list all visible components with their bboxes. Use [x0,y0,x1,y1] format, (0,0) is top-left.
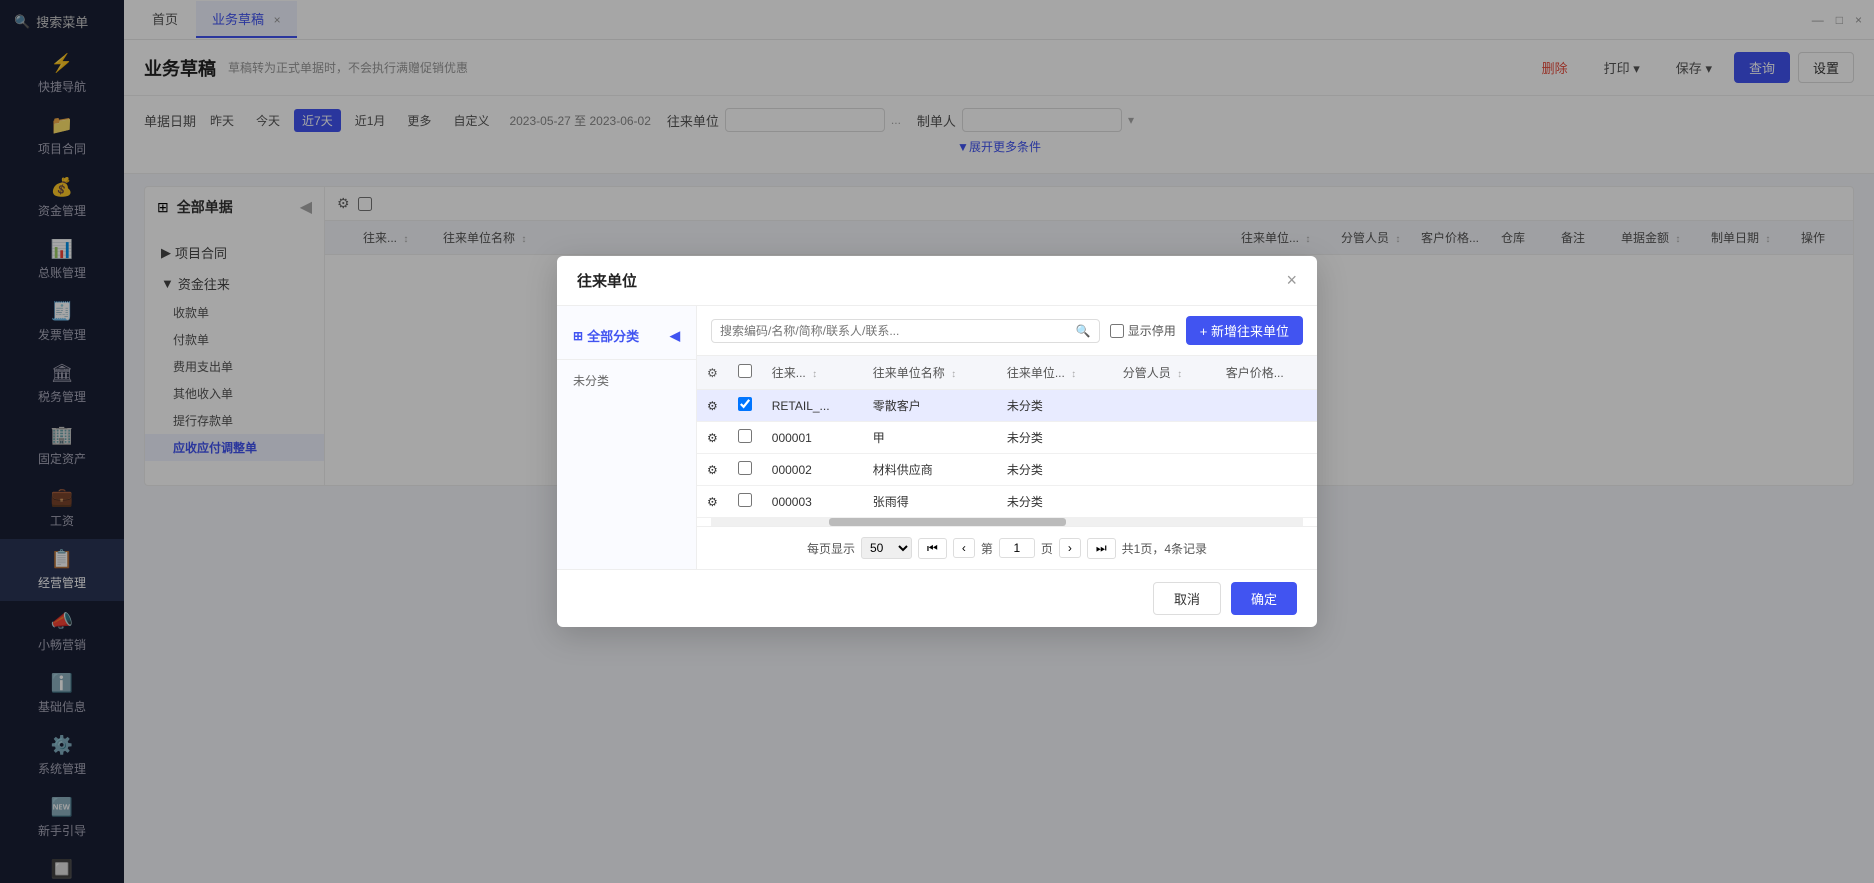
table-header-row: ⚙ 往来... ↕ 往来单位名称 ↕ 往来单位... ↕ 分管人员 ↕ 客户价格… [697,356,1317,390]
next-page-button[interactable]: › [1059,538,1081,558]
th-code[interactable]: 往来... ↕ [762,356,863,390]
modal-sidebar-all[interactable]: ⊞ 全部分类 ◀ [557,318,696,353]
show-disabled-checkbox[interactable] [1110,324,1124,338]
th-checkbox [728,356,762,390]
modal-search-box: 🔍 [711,319,1100,343]
row-category: 未分类 [997,486,1113,518]
prev-page-button[interactable]: ‹ [953,538,975,558]
modal-pagination: 每页显示 50 100 ⏮ ‹ 第 页 › ⏭ 共1页，4条记录 [697,526,1317,569]
page-suffix: 页 [1041,540,1053,557]
total-label: 共1页，4条记录 [1122,540,1207,557]
row-code: 000003 [762,486,863,518]
modal-table-body: ⚙ RETAIL_... 零散客户 未分类 ⚙ 000001 甲 未分类 ⚙ 0… [697,390,1317,518]
row-name: 材料供应商 [863,454,997,486]
sidebar-divider [557,359,696,360]
row-select-checkbox[interactable] [738,493,752,507]
last-page-button[interactable]: ⏭ [1087,538,1116,559]
row-price [1216,454,1317,486]
modal-scroll-thumb[interactable] [829,518,1066,526]
row-code: RETAIL_... [762,390,863,422]
partner-modal: 往来单位 × ⊞ 全部分类 ◀ 未分类 🔍 [557,256,1317,627]
table-row[interactable]: ⚙ 000002 材料供应商 未分类 [697,454,1317,486]
show-disabled-label: 显示停用 [1128,322,1176,339]
row-manager [1113,422,1216,454]
show-disabled-toggle[interactable]: 显示停用 [1110,322,1176,339]
first-page-button[interactable]: ⏮ [918,538,947,559]
row-manager [1113,486,1216,518]
modal-close-button[interactable]: × [1286,270,1297,291]
row-name: 零散客户 [863,390,997,422]
modal-table: ⚙ 往来... ↕ 往来单位名称 ↕ 往来单位... ↕ 分管人员 ↕ 客户价格… [697,356,1317,518]
page-label: 第 [981,540,993,557]
row-category: 未分类 [997,422,1113,454]
row-category: 未分类 [997,454,1113,486]
modal-footer: 取消 确定 [557,569,1317,627]
modal-header: 往来单位 × [557,256,1317,306]
page-input[interactable] [999,538,1035,558]
th-name[interactable]: 往来单位名称 ↕ [863,356,997,390]
table-row[interactable]: ⚙ 000003 张雨得 未分类 [697,486,1317,518]
cancel-button[interactable]: 取消 [1153,582,1221,615]
row-price [1216,422,1317,454]
per-page-select[interactable]: 50 100 [861,537,912,559]
row-name: 张雨得 [863,486,997,518]
add-partner-button[interactable]: + 新增往来单位 [1186,316,1303,345]
grid-icon-small: ⊞ [573,329,583,343]
row-checkbox[interactable] [728,486,762,518]
modal-search-icon: 🔍 [1076,324,1091,338]
confirm-button[interactable]: 确定 [1231,582,1297,615]
modal-sidebar-all-label: 全部分类 [587,326,639,345]
row-settings: ⚙ [697,390,728,422]
row-select-checkbox[interactable] [738,461,752,475]
row-code: 000001 [762,422,863,454]
row-manager [1113,390,1216,422]
per-page-label: 每页显示 [807,540,855,557]
row-code: 000002 [762,454,863,486]
modal-title: 往来单位 [577,270,637,291]
row-settings: ⚙ [697,486,728,518]
row-category: 未分类 [997,390,1113,422]
collapse-sidebar-icon[interactable]: ◀ [670,328,680,344]
modal-search-input[interactable] [720,324,1070,338]
table-row[interactable]: ⚙ RETAIL_... 零散客户 未分类 [697,390,1317,422]
col-settings-icon[interactable]: ⚙ [707,366,718,380]
row-settings: ⚙ [697,422,728,454]
modal-toolbar: 🔍 显示停用 + 新增往来单位 [697,306,1317,356]
modal-scrollbar[interactable] [711,518,1303,526]
modal-main-content: 🔍 显示停用 + 新增往来单位 ⚙ [697,306,1317,569]
table-select-all[interactable] [738,364,752,378]
row-checkbox[interactable] [728,422,762,454]
row-price [1216,486,1317,518]
th-category[interactable]: 往来单位... ↕ [997,356,1113,390]
modal-overlay: 往来单位 × ⊞ 全部分类 ◀ 未分类 🔍 [0,0,1874,883]
th-settings: ⚙ [697,356,728,390]
partner-table: ⚙ 往来... ↕ 往来单位名称 ↕ 往来单位... ↕ 分管人员 ↕ 客户价格… [697,356,1317,518]
modal-body: ⊞ 全部分类 ◀ 未分类 🔍 显示停用 [557,306,1317,569]
row-checkbox[interactable] [728,454,762,486]
row-checkbox[interactable] [728,390,762,422]
row-name: 甲 [863,422,997,454]
row-select-checkbox[interactable] [738,429,752,443]
row-price [1216,390,1317,422]
table-row[interactable]: ⚙ 000001 甲 未分类 [697,422,1317,454]
th-manager[interactable]: 分管人员 ↕ [1113,356,1216,390]
modal-sidebar-unclassified[interactable]: 未分类 [557,366,696,395]
th-price[interactable]: 客户价格... [1216,356,1317,390]
modal-sidebar: ⊞ 全部分类 ◀ 未分类 [557,306,697,569]
row-manager [1113,454,1216,486]
row-select-checkbox[interactable] [738,397,752,411]
row-settings: ⚙ [697,454,728,486]
